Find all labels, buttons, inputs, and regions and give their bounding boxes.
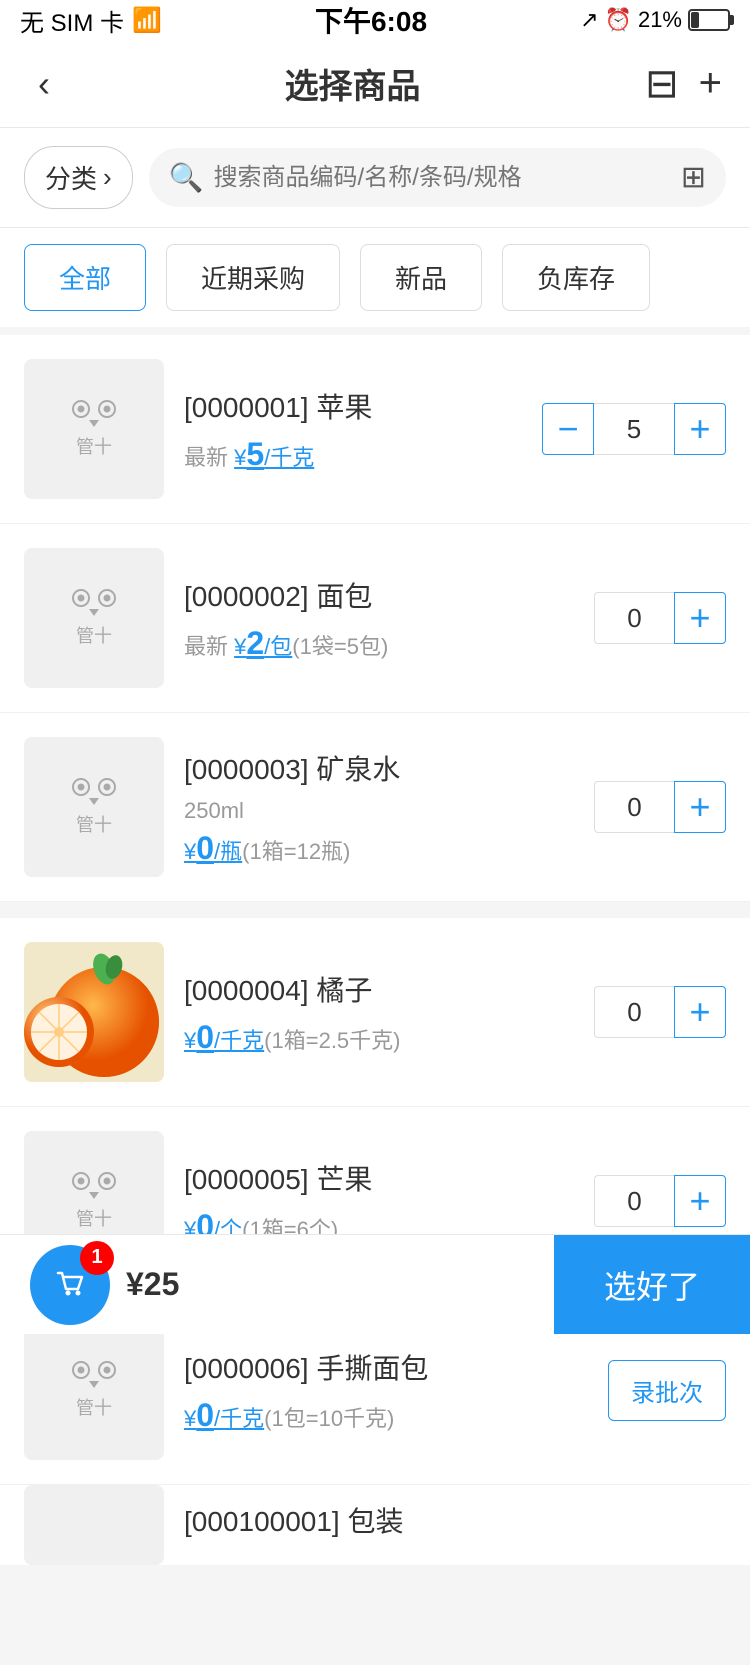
product-info: [0000005] 芒果 ¥0/个(1箱=6个) (184, 1158, 574, 1245)
bottom-bar: 1 ¥25 选好了 (0, 1234, 750, 1334)
product-info: [0000002] 面包 最新 ¥2/包(1袋=5包) (184, 575, 574, 662)
quantity-increase-button[interactable]: + (674, 1175, 726, 1227)
list-item: 管十 [0000003] 矿泉水 250ml ¥0/瓶(1箱=12瓶) + (0, 713, 750, 902)
carrier-text: 无 SIM 卡 (20, 3, 124, 38)
product-price: ¥0/瓶(1箱=12瓶) (184, 830, 574, 867)
product-name: [000100001] 包装 (184, 1500, 726, 1540)
product-info: [0000006] 手撕面包 ¥0/千克(1包=10千克) (184, 1347, 588, 1434)
list-item-partial: [000100001] 包装 (0, 1485, 750, 1565)
product-info: [0000004] 橘子 ¥0/千克(1箱=2.5千克) (184, 969, 574, 1056)
status-bar: 无 SIM 卡 📶 下午6:08 ↗ ⏰ 21% (0, 0, 750, 40)
quantity-control: + (594, 1175, 726, 1227)
tab-all[interactable]: 全部 (24, 244, 146, 311)
product-thumbnail (24, 1485, 164, 1565)
quantity-control: + (594, 986, 726, 1038)
quantity-control: + (594, 781, 726, 833)
product-name: [0000004] 橘子 (184, 969, 574, 1009)
product-list: 管十 [0000001] 苹果 最新 ¥5/千克 − + 管十 (0, 335, 750, 1565)
cart-icon (50, 1265, 90, 1305)
owl-logo: 管十 (72, 589, 116, 648)
quantity-input[interactable] (594, 403, 674, 455)
product-info: [0000003] 矿泉水 250ml ¥0/瓶(1箱=12瓶) (184, 748, 574, 867)
tab-negative[interactable]: 负库存 (502, 244, 650, 311)
owl-logo: 管十 (72, 1361, 116, 1420)
quantity-increase-button[interactable]: + (674, 403, 726, 455)
chevron-right-icon: › (103, 162, 112, 193)
nav-bar: ‹ 选择商品 ⊟ + (0, 40, 750, 128)
owl-logo: 管十 (72, 778, 116, 837)
quantity-increase-button[interactable]: + (674, 986, 726, 1038)
cart-area: 1 ¥25 (0, 1245, 554, 1325)
page-title: 选择商品 (285, 59, 421, 108)
quantity-increase-button[interactable]: + (674, 781, 726, 833)
product-name: [0000005] 芒果 (184, 1158, 574, 1198)
category-button[interactable]: 分类 › (24, 146, 133, 209)
search-bar: 分类 › 🔍 ⊞ (0, 128, 750, 228)
status-time: 下午6:08 (315, 0, 427, 40)
quantity-input[interactable] (594, 986, 674, 1038)
product-price: ¥0/千克(1箱=2.5千克) (184, 1019, 574, 1056)
product-name: [0000002] 面包 (184, 575, 574, 615)
cart-button[interactable]: 1 (30, 1245, 110, 1325)
quantity-control: + (594, 592, 726, 644)
product-thumbnail (24, 942, 164, 1082)
cart-badge: 1 (80, 1241, 114, 1275)
list-item: 管十 [0000002] 面包 最新 ¥2/包(1袋=5包) + (0, 524, 750, 713)
cart-total: ¥25 (126, 1266, 179, 1303)
quantity-control: − + (542, 403, 726, 455)
scan-icon[interactable]: ⊞ (681, 160, 706, 195)
add-icon[interactable]: + (699, 61, 722, 106)
product-info: [000100001] 包装 (184, 1500, 726, 1550)
list-item: [0000004] 橘子 ¥0/千克(1箱=2.5千克) + (0, 918, 750, 1107)
nav-actions: ⊟ + (645, 61, 722, 107)
product-price: 最新 ¥5/千克 (184, 436, 522, 473)
alarm-icon: ⏰ (605, 7, 632, 33)
product-name: [0000001] 苹果 (184, 386, 522, 426)
product-spec: 250ml (184, 798, 574, 824)
product-thumbnail: 管十 (24, 737, 164, 877)
search-input[interactable] (214, 164, 671, 192)
confirm-button[interactable]: 选好了 (554, 1235, 750, 1334)
batch-button[interactable]: 录批次 (608, 1360, 726, 1421)
quantity-input[interactable] (594, 592, 674, 644)
status-carrier: 无 SIM 卡 📶 (20, 3, 162, 38)
tab-new[interactable]: 新品 (360, 244, 482, 311)
category-label: 分类 (45, 159, 97, 196)
section-gap (0, 902, 750, 918)
quantity-decrease-button[interactable]: − (542, 403, 594, 455)
product-info: [0000001] 苹果 最新 ¥5/千克 (184, 386, 522, 473)
search-icon: 🔍 (169, 161, 204, 194)
owl-logo: 管十 (72, 400, 116, 459)
quantity-input[interactable] (594, 781, 674, 833)
product-price: 最新 ¥2/包(1袋=5包) (184, 625, 574, 662)
product-thumbnail: 管十 (24, 548, 164, 688)
back-button[interactable]: ‹ (28, 53, 60, 115)
product-name: [0000006] 手撕面包 (184, 1347, 588, 1387)
product-thumbnail: 管十 (24, 1320, 164, 1460)
search-input-wrap: 🔍 ⊞ (149, 148, 726, 207)
product-price: ¥0/千克(1包=10千克) (184, 1397, 588, 1434)
quantity-increase-button[interactable]: + (674, 592, 726, 644)
product-thumbnail: 管十 (24, 359, 164, 499)
list-item: 管十 [0000001] 苹果 最新 ¥5/千克 − + (0, 335, 750, 524)
owl-logo: 管十 (72, 1172, 116, 1231)
tab-recent[interactable]: 近期采购 (166, 244, 340, 311)
battery-percent: 21% (638, 7, 682, 33)
quantity-input[interactable] (594, 1175, 674, 1227)
battery-icon (688, 9, 730, 31)
filter-icon[interactable]: ⊟ (645, 61, 679, 107)
filter-tabs: 全部 近期采购 新品 负库存 (0, 228, 750, 335)
status-right: ↗ ⏰ 21% (580, 7, 730, 33)
wifi-icon: 📶 (132, 6, 162, 35)
location-icon: ↗ (580, 7, 598, 33)
orange-image (24, 942, 164, 1082)
product-name: [0000003] 矿泉水 (184, 748, 574, 788)
